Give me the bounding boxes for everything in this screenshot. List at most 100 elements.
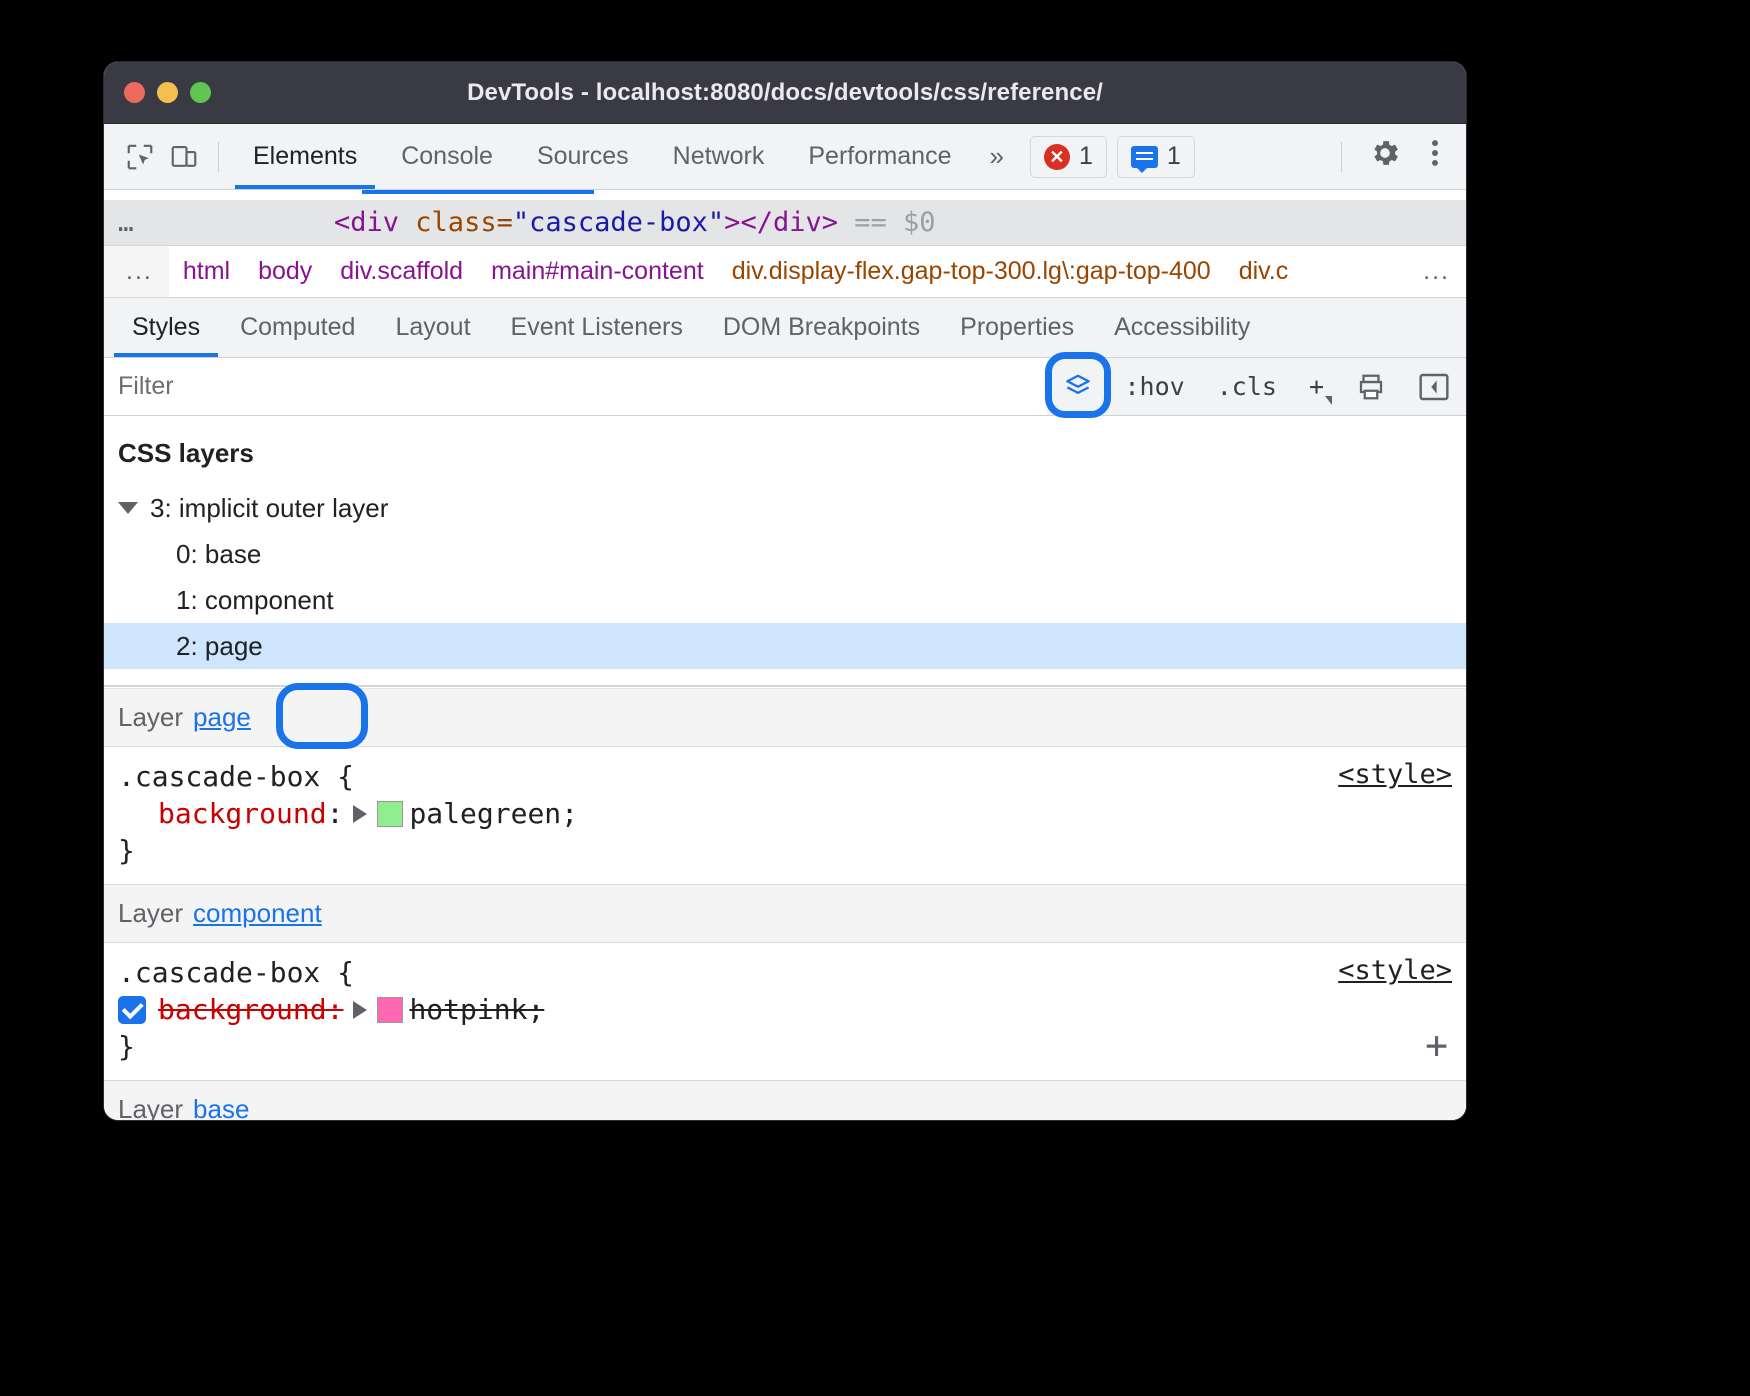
breadcrumb-overflow-left[interactable]: ... xyxy=(104,246,169,297)
breadcrumb-item-html[interactable]: html xyxy=(169,257,244,286)
devtools-toolbar: Elements Console Sources Network Perform… xyxy=(104,124,1466,190)
declaration-value[interactable]: palegreen xyxy=(409,796,561,833)
rule-selector[interactable]: .cascade-box { xyxy=(104,955,1466,992)
dom-equals: == xyxy=(854,207,887,238)
layer-tree-item-label: 2: page xyxy=(176,631,263,662)
tab-network-label: Network xyxy=(673,142,765,171)
close-window-button[interactable] xyxy=(124,82,145,103)
declaration-semicolon: ; xyxy=(527,992,544,1029)
layer-tree-item-component[interactable]: 1: component xyxy=(104,577,1466,623)
sidebar-panel-tabs: Styles Computed Layout Event Listeners D… xyxy=(104,298,1466,358)
layer-link-component[interactable]: component xyxy=(193,898,322,929)
layer-tree-item-page[interactable]: 2: page xyxy=(104,623,1466,669)
inspect-element-icon[interactable] xyxy=(118,135,162,179)
zoom-window-button[interactable] xyxy=(190,82,211,103)
rule-source-link[interactable]: <style> xyxy=(1338,955,1452,986)
dom-dollar-zero: $0 xyxy=(903,207,936,238)
css-layers-toggle-button[interactable] xyxy=(1047,358,1109,415)
dom-selected-node-row[interactable]: … <div class="cascade-box"></div> == $0 xyxy=(104,200,1466,246)
tab-console[interactable]: Console xyxy=(379,124,515,189)
tab-sources-label: Sources xyxy=(537,142,629,171)
css-rule-page: <style> .cascade-box { background: paleg… xyxy=(104,747,1466,885)
tab-dom-breakpoints[interactable]: DOM Breakpoints xyxy=(703,298,940,357)
declaration-property[interactable]: background xyxy=(158,992,327,1029)
add-declaration-button[interactable]: + xyxy=(1425,1026,1448,1064)
layer-prefix: Layer xyxy=(118,898,183,929)
panel-tab-strip: Elements Console Sources Network Perform… xyxy=(231,124,973,189)
devtools-window: DevTools - localhost:8080/docs/devtools/… xyxy=(104,62,1466,1120)
tab-performance[interactable]: Performance xyxy=(786,124,973,189)
color-swatch-palegreen[interactable] xyxy=(377,801,403,827)
css-layers-tree: 3: implicit outer layer 0: base 1: compo… xyxy=(104,485,1466,685)
declaration-value[interactable]: hotpink xyxy=(409,992,527,1029)
kebab-menu-icon[interactable] xyxy=(1416,136,1454,178)
layer-prefix: Layer xyxy=(118,702,183,733)
declaration-background[interactable]: background: palegreen; xyxy=(104,796,1466,833)
breadcrumb-item-div-scaffold[interactable]: div.scaffold xyxy=(326,257,477,286)
hov-toggle-button[interactable]: :hov xyxy=(1109,358,1201,415)
window-title: DevTools - localhost:8080/docs/devtools/… xyxy=(104,79,1466,107)
warning-count-badge[interactable]: 1 xyxy=(1117,136,1195,178)
cls-toggle-button[interactable]: .cls xyxy=(1201,358,1293,415)
tab-performance-label: Performance xyxy=(808,142,951,171)
declaration-semicolon: ; xyxy=(561,796,578,833)
chevron-down-icon[interactable] xyxy=(118,502,138,514)
declaration-enabled-checkbox[interactable] xyxy=(118,996,146,1024)
dom-attr-name: class= xyxy=(415,207,513,238)
new-style-rule-button[interactable]: + xyxy=(1293,358,1340,415)
breadcrumb-item-div-c[interactable]: div.c xyxy=(1225,257,1303,286)
tab-dom-breakpoints-label: DOM Breakpoints xyxy=(723,313,920,342)
layer-tree-item-base[interactable]: 0: base xyxy=(104,531,1466,577)
tab-event-listeners[interactable]: Event Listeners xyxy=(491,298,703,357)
error-count: 1 xyxy=(1079,142,1093,171)
tab-layout[interactable]: Layout xyxy=(375,298,490,357)
error-count-badge[interactable]: ✕ 1 xyxy=(1030,136,1107,178)
toggle-sidebar-button[interactable] xyxy=(1402,358,1466,415)
layer-tree-item-label: 0: base xyxy=(176,539,261,570)
tab-elements-label: Elements xyxy=(253,142,357,171)
breadcrumb-item-body[interactable]: body xyxy=(244,257,326,286)
error-icon: ✕ xyxy=(1044,144,1070,170)
tab-network[interactable]: Network xyxy=(651,124,787,189)
tab-sources[interactable]: Sources xyxy=(515,124,651,189)
expand-shorthand-icon[interactable] xyxy=(353,1001,367,1019)
breadcrumb-item-main-content[interactable]: main#main-content xyxy=(477,257,718,286)
rule-close-brace: } xyxy=(104,833,1466,870)
rule-layer-label-component: Layer component xyxy=(104,885,1466,943)
print-media-button[interactable] xyxy=(1340,358,1402,415)
tab-properties[interactable]: Properties xyxy=(940,298,1094,357)
more-tabs-icon[interactable]: » xyxy=(973,141,1019,172)
rule-source-link[interactable]: <style> xyxy=(1338,759,1452,790)
color-swatch-hotpink[interactable] xyxy=(377,997,403,1023)
dom-tree-partial-row xyxy=(104,190,1466,200)
rule-layer-label-page: Layer page xyxy=(104,689,1466,747)
declaration-property[interactable]: background xyxy=(158,796,327,833)
search-input[interactable] xyxy=(104,358,1047,415)
expand-shorthand-icon[interactable] xyxy=(353,805,367,823)
breadcrumb-overflow-right[interactable]: ... xyxy=(1407,246,1466,297)
dom-node-markup: <div class="cascade-box"></div> == $0 xyxy=(334,207,936,238)
tab-elements[interactable]: Elements xyxy=(231,124,379,189)
dom-tag: div xyxy=(350,207,415,238)
layer-link-page[interactable]: page xyxy=(193,702,251,733)
layer-link-base[interactable]: base xyxy=(193,1094,249,1120)
layer-tree-item-implicit-outer[interactable]: 3: implicit outer layer xyxy=(104,485,1466,531)
tab-properties-label: Properties xyxy=(960,313,1074,342)
declaration-colon: : xyxy=(327,796,344,833)
device-toolbar-icon[interactable] xyxy=(162,135,206,179)
tab-accessibility[interactable]: Accessibility xyxy=(1094,298,1270,357)
tab-computed[interactable]: Computed xyxy=(220,298,375,357)
tab-styles[interactable]: Styles xyxy=(112,298,220,357)
styles-filter-bar: :hov .cls + xyxy=(104,358,1466,416)
declaration-background[interactable]: background: hotpink; xyxy=(104,992,1466,1029)
layer-tree-item-label: 3: implicit outer layer xyxy=(150,493,388,524)
layer-tree-item-label: 1: component xyxy=(176,585,334,616)
minimize-window-button[interactable] xyxy=(157,82,178,103)
dom-attr-value: "cascade-box" xyxy=(513,207,724,238)
breadcrumb-item-display-flex[interactable]: div.display-flex.gap-top-300.lg\:gap-top… xyxy=(718,257,1225,286)
dom-close-tag: </div> xyxy=(740,207,838,238)
rule-selector[interactable]: .cascade-box { xyxy=(104,759,1466,796)
tab-event-listeners-label: Event Listeners xyxy=(511,313,683,342)
dom-collapsed-ellipsis[interactable]: … xyxy=(104,208,334,238)
gear-icon[interactable] xyxy=(1354,136,1416,178)
